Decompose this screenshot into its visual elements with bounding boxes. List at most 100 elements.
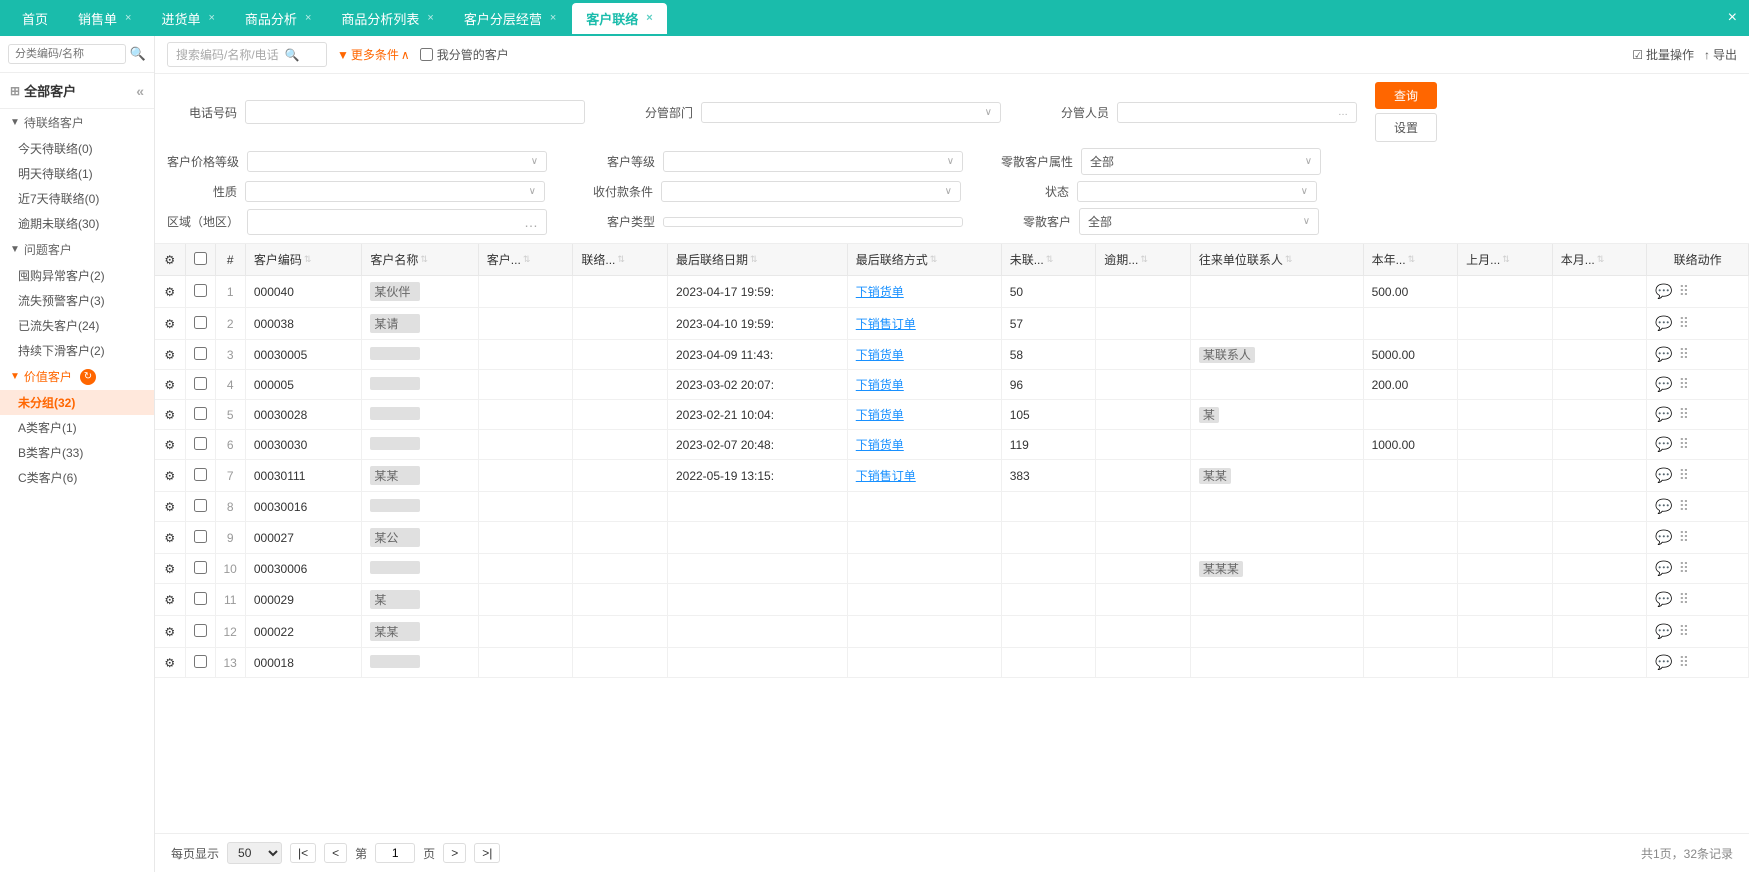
contact-action-icon[interactable]: 💬: [1655, 406, 1672, 423]
th-overdue[interactable]: 逾期... ⇅: [1096, 244, 1191, 276]
retail-attr-select[interactable]: 全部 ∨: [1081, 148, 1321, 175]
nav-tab-analysis-list[interactable]: 商品分析列表 ×: [327, 3, 447, 34]
row-gear[interactable]: ⚙: [155, 460, 185, 492]
contact-action-icon[interactable]: 💬: [1655, 283, 1672, 300]
more-action-icon[interactable]: ⠿: [1679, 623, 1689, 640]
row-last-way[interactable]: [847, 584, 1001, 616]
sidebar-group-pending[interactable]: ▼ 待联络客户: [0, 109, 154, 136]
sidebar-item-class-a[interactable]: A类客户(1): [0, 415, 154, 440]
row-checkbox[interactable]: [185, 584, 215, 616]
last-page-btn[interactable]: >|: [474, 843, 500, 863]
th-contact-person[interactable]: 往来单位联系人 ⇅: [1190, 244, 1363, 276]
refresh-icon[interactable]: ↻: [80, 369, 96, 385]
retail-select[interactable]: 全部 ∨: [1079, 208, 1319, 235]
nav-tab-customer-contact[interactable]: 客户联络 ×: [572, 3, 666, 34]
sidebar-item-overdue[interactable]: 逾期未联络(30): [0, 211, 154, 236]
th-no-contact[interactable]: 未联... ⇅: [1001, 244, 1096, 276]
row-last-way[interactable]: 下销售订单: [847, 460, 1001, 492]
nav-tab-customer-ops[interactable]: 客户分层经营 ×: [450, 3, 570, 34]
row-gear[interactable]: ⚙: [155, 308, 185, 340]
th-contact[interactable]: 联络... ⇅: [573, 244, 668, 276]
row-last-way[interactable]: 下销货单: [847, 340, 1001, 370]
row-last-way[interactable]: 下销货单: [847, 400, 1001, 430]
th-type[interactable]: 客户... ⇅: [478, 244, 573, 276]
sidebar-item-abnormal[interactable]: 囤购异常客户(2): [0, 263, 154, 288]
th-code[interactable]: 客户编码 ⇅: [245, 244, 361, 276]
gender-select[interactable]: ∨: [245, 181, 545, 202]
sidebar-item-declining[interactable]: 持续下滑客户(2): [0, 338, 154, 363]
nav-tab-analysis[interactable]: 商品分析 ×: [231, 3, 325, 34]
sidebar-item-class-b[interactable]: B类客户(33): [0, 440, 154, 465]
more-action-icon[interactable]: ⠿: [1679, 406, 1689, 423]
sidebar-item-7days[interactable]: 近7天待联络(0): [0, 186, 154, 211]
contact-action-icon[interactable]: 💬: [1655, 591, 1672, 608]
close-analysis-list-tab[interactable]: ×: [427, 12, 433, 24]
close-analysis-tab[interactable]: ×: [305, 12, 311, 24]
contact-action-icon[interactable]: 💬: [1655, 376, 1672, 393]
more-action-icon[interactable]: ⠿: [1679, 654, 1689, 671]
status-select[interactable]: ∨: [1077, 181, 1317, 202]
nav-tab-purchase[interactable]: 进货单 ×: [147, 3, 228, 34]
sidebar-item-class-c[interactable]: C类客户(6): [0, 465, 154, 490]
row-gear[interactable]: ⚙: [155, 492, 185, 522]
contact-action-icon[interactable]: 💬: [1655, 560, 1672, 577]
row-last-way[interactable]: [847, 492, 1001, 522]
phone-input[interactable]: [245, 100, 585, 124]
close-sales-tab[interactable]: ×: [125, 12, 131, 24]
close-customer-ops-tab[interactable]: ×: [550, 12, 556, 24]
row-checkbox[interactable]: [185, 522, 215, 554]
row-checkbox[interactable]: [185, 370, 215, 400]
sidebar-search-icon[interactable]: 🔍: [130, 46, 146, 62]
row-checkbox[interactable]: [185, 554, 215, 584]
staff-select[interactable]: …: [1117, 102, 1357, 123]
sidebar-item-churned[interactable]: 已流失客户(24): [0, 313, 154, 338]
more-action-icon[interactable]: ⠿: [1679, 315, 1689, 332]
region-ellipsis[interactable]: …: [524, 214, 538, 230]
row-last-way[interactable]: [847, 522, 1001, 554]
my-customers-check[interactable]: [420, 48, 433, 61]
nav-tab-home[interactable]: 首页: [8, 3, 62, 34]
search-box[interactable]: 搜索编码/名称/电话 🔍: [167, 42, 327, 67]
sidebar-item-churn-warn[interactable]: 流失预警客户(3): [0, 288, 154, 313]
row-gear[interactable]: ⚙: [155, 370, 185, 400]
more-action-icon[interactable]: ⠿: [1679, 529, 1689, 546]
row-last-way[interactable]: 下销货单: [847, 370, 1001, 400]
export-btn[interactable]: ↑ 导出: [1704, 46, 1737, 63]
row-gear[interactable]: ⚙: [155, 554, 185, 584]
contact-action-icon[interactable]: 💬: [1655, 623, 1672, 640]
my-customers-checkbox[interactable]: 我分管的客户: [420, 46, 509, 63]
contact-action-icon[interactable]: 💬: [1655, 529, 1672, 546]
region-select[interactable]: …: [247, 209, 547, 235]
row-checkbox[interactable]: [185, 648, 215, 678]
th-last-way[interactable]: 最后联络方式 ⇅: [847, 244, 1001, 276]
th-gear[interactable]: ⚙: [155, 244, 185, 276]
row-last-way[interactable]: 下销售订单: [847, 308, 1001, 340]
batch-ops-btn[interactable]: ☑ 批量操作: [1632, 46, 1694, 63]
contact-action-icon[interactable]: 💬: [1655, 315, 1672, 332]
contact-action-icon[interactable]: 💬: [1655, 654, 1672, 671]
customer-type-select[interactable]: [663, 217, 963, 227]
row-last-way[interactable]: 下销货单: [847, 430, 1001, 460]
sidebar-all-customers[interactable]: ⊞ 全部客户 «: [0, 73, 154, 109]
row-checkbox[interactable]: [185, 616, 215, 648]
contact-action-icon[interactable]: 💬: [1655, 467, 1672, 484]
row-last-way[interactable]: [847, 648, 1001, 678]
row-checkbox[interactable]: [185, 308, 215, 340]
th-last-month[interactable]: 上月... ⇅: [1458, 244, 1553, 276]
th-this-month[interactable]: 本月... ⇅: [1552, 244, 1647, 276]
row-gear[interactable]: ⚙: [155, 648, 185, 678]
row-last-way[interactable]: [847, 554, 1001, 584]
contact-action-icon[interactable]: 💬: [1655, 498, 1672, 515]
close-purchase-tab[interactable]: ×: [208, 12, 214, 24]
close-customer-contact-tab[interactable]: ×: [646, 12, 652, 24]
sidebar-collapse-icon[interactable]: «: [136, 83, 144, 99]
more-action-icon[interactable]: ⠿: [1679, 560, 1689, 577]
row-gear[interactable]: ⚙: [155, 430, 185, 460]
more-action-icon[interactable]: ⠿: [1679, 283, 1689, 300]
price-level-select[interactable]: ∨: [247, 151, 547, 172]
query-button[interactable]: 查询: [1375, 82, 1437, 109]
close-window-btn[interactable]: ×: [1724, 5, 1741, 31]
more-conditions-btn[interactable]: ▼ 更多条件 ∧: [337, 46, 410, 63]
per-page-select[interactable]: 50 100 200: [227, 842, 282, 864]
sidebar-group-value[interactable]: ▼ 价值客户 ↻: [0, 363, 154, 390]
